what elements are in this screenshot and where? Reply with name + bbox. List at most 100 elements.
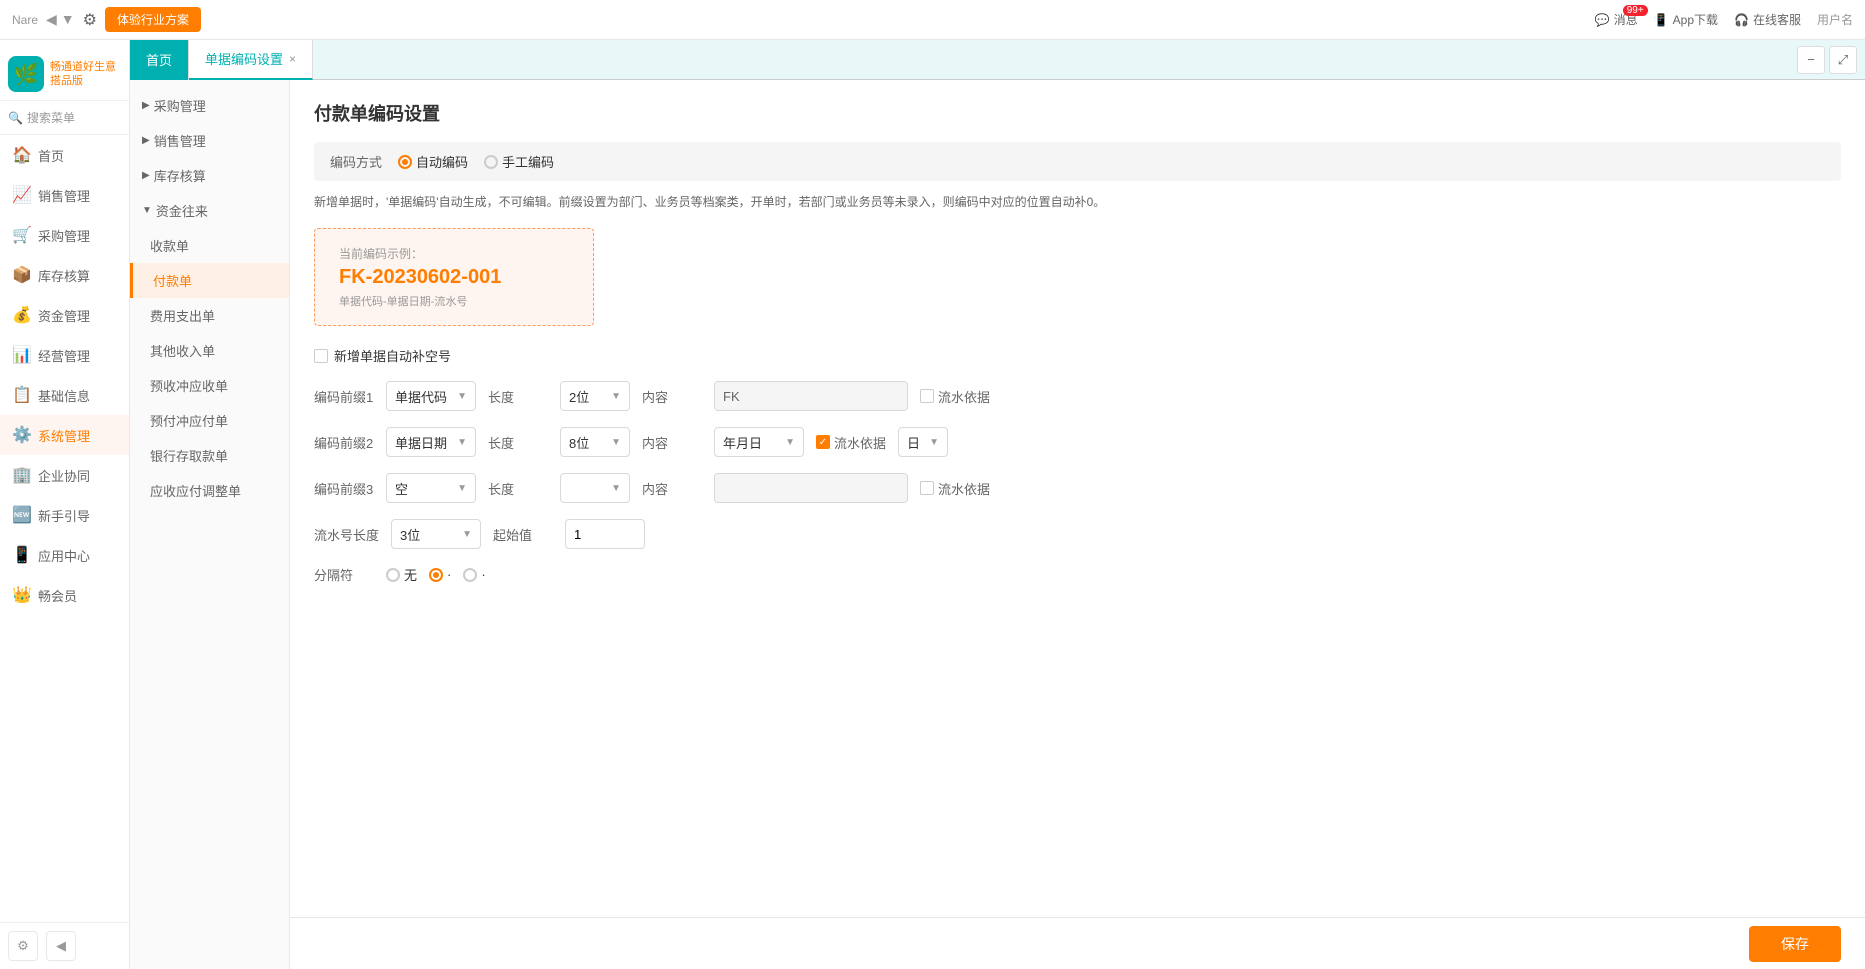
sec-group-inventory-title[interactable]: ▶ 库存核算 [130,158,289,193]
newguide-icon: 🆕 [12,505,30,525]
arrow-left-icon[interactable]: ◀ [46,11,57,28]
sep-radio-dot1[interactable]: · [429,567,451,582]
serial3-checkbox[interactable] [920,481,934,495]
sidebar-item-sales[interactable]: 📈 销售管理 [0,175,129,215]
top-bar-brand: Nare [12,13,38,27]
serial-length-select[interactable]: 3位 ▼ [391,519,481,549]
day-select[interactable]: 日 ▼ [898,427,948,457]
length3-select[interactable]: ▼ [560,473,630,503]
chevron-down-icon: ▼ [457,437,467,448]
sec-nav-adjustment[interactable]: 应收应付调整单 [130,473,289,508]
serial2-checkbox[interactable]: ✓ [816,435,830,449]
online-service-button[interactable]: 🎧 在线客服 [1734,11,1801,28]
sec-nav-prepay-payable[interactable]: 预付冲应付单 [130,403,289,438]
auto-fill-row: 新增单据自动补空号 [314,346,1841,365]
top-bar-left: Nare ◀ ▼ ⚙ 体验行业方案 [12,7,201,32]
tab-close-button[interactable]: × [289,52,296,66]
encoding-radio-group: 自动编码 手工编码 [398,152,554,171]
sidebar-item-enterprise[interactable]: 🏢 企业协同 [0,455,129,495]
sec-nav-bank[interactable]: 银行存取款单 [130,438,289,473]
prefix2-select[interactable]: 单据日期 ▼ [386,427,476,457]
sep-radio-none[interactable]: 无 [386,565,417,584]
sidebar-item-operations[interactable]: 📊 经营管理 [0,335,129,375]
length2-label: 长度 [488,433,548,452]
sec-group-capital-title[interactable]: ▼ 资金往来 [130,193,289,228]
radio-manual[interactable]: 手工编码 [484,152,554,171]
sidebar-item-basic[interactable]: 📋 基础信息 [0,375,129,415]
serial3-label: 流水依据 [938,479,990,498]
prefix1-select[interactable]: 单据代码 ▼ [386,381,476,411]
prefix3-label: 编码前缀3 [314,479,374,498]
content2-select[interactable]: 年月日 ▼ [714,427,804,457]
sec-nav-expense[interactable]: 费用支出单 [130,298,289,333]
encoding-method-row: 编码方式 自动编码 手工编码 [314,142,1841,181]
sidebar-item-apps[interactable]: 📱 应用中心 [0,535,129,575]
chevron-down-icon: ▼ [611,483,621,494]
auto-fill-checkbox[interactable] [314,349,328,363]
sidebar-logo-area: 🌿 畅通道好生意 搭品版 [0,40,129,101]
operations-icon: 📊 [12,345,30,365]
messages-button[interactable]: 💬 消息 99+ [1595,11,1638,28]
page-content: ▶ 采购管理 ▶ 销售管理 ▶ 库存核算 [130,80,1865,969]
sec-nav-payment[interactable]: 付款单 [130,263,289,298]
gear-icon[interactable]: ⚙ [83,10,97,30]
sec-nav-receipt[interactable]: 收款单 [130,228,289,263]
sidebar-item-system[interactable]: ⚙️ 系统管理 [0,415,129,455]
save-button[interactable]: 保存 [1749,926,1841,962]
settings-bottom-button[interactable]: ⚙ [8,931,38,961]
sep-radio-dot2[interactable]: · [463,567,485,582]
collapse-button[interactable]: ◀ [46,931,76,961]
sidebar-item-purchase[interactable]: 🛒 采购管理 [0,215,129,255]
form-container: 付款单编码设置 编码方式 自动编码 手工编码 [290,80,1865,969]
arrow-down-icon[interactable]: ▼ [61,11,75,28]
length1-select[interactable]: 2位 ▼ [560,381,630,411]
radio-manual-label: 手工编码 [502,152,554,171]
serial1-checkbox-item: 流水依据 [920,387,990,406]
enterprise-icon: 🏢 [12,465,30,485]
length1-value: 2位 [569,387,589,406]
content2-label: 内容 [642,433,702,452]
serial1-checkbox[interactable] [920,389,934,403]
chevron-down-icon: ▼ [611,437,621,448]
sidebar-item-label: 首页 [38,146,64,165]
sidebar-item-member[interactable]: 👑 畅会员 [0,575,129,615]
sidebar-item-label: 系统管理 [38,426,90,445]
sec-group-sales-title[interactable]: ▶ 销售管理 [130,123,289,158]
bottom-bar: 保存 [290,917,1865,969]
trial-button[interactable]: 体验行业方案 [105,7,201,32]
chevron-down-icon: ▼ [929,437,939,448]
sidebar-item-label: 新手引导 [38,506,90,525]
prefix3-value: 空 [395,479,408,498]
length2-select[interactable]: 8位 ▼ [560,427,630,457]
tab-home[interactable]: 首页 [130,40,189,80]
length3-label: 长度 [488,479,548,498]
content1-input [714,381,908,411]
sidebar-item-newguide[interactable]: 🆕 新手引导 [0,495,129,535]
app-download-button[interactable]: 📱 App下载 [1654,11,1718,28]
sidebar-search[interactable]: 🔍 搜索菜单 [0,101,129,135]
sidebar-item-capital[interactable]: 💰 资金管理 [0,295,129,335]
radio-auto[interactable]: 自动编码 [398,152,468,171]
arrow-right-icon: ▶ [142,100,150,111]
sec-group-purchase-title[interactable]: ▶ 采购管理 [130,88,289,123]
chevron-down-icon: ▼ [462,529,472,540]
service-icon: 🎧 [1734,13,1749,27]
minimize-button[interactable]: − [1797,46,1825,74]
sidebar-item-label: 经营管理 [38,346,90,365]
logo-icon: 🌿 [14,62,39,87]
sidebar-item-home[interactable]: 🏠 首页 [0,135,129,175]
tab-encoding-settings[interactable]: 单据编码设置 × [189,40,313,80]
start-value-input[interactable] [565,519,645,549]
sidebar-item-inventory[interactable]: 📦 库存核算 [0,255,129,295]
content-area: 首页 单据编码设置 × − ⤢ ▶ 采购管理 [130,40,1865,969]
tab-active-label: 单据编码设置 [205,49,283,68]
user-name[interactable]: 用户名 [1817,11,1853,28]
top-bar: Nare ◀ ▼ ⚙ 体验行业方案 💬 消息 99+ 📱 App下载 🎧 在线客… [0,0,1865,40]
info-text: 新增单据时，'单据编码'自动生成，不可编辑。前缀设置为部门、业务员等档案类，开单… [314,193,1841,212]
serial2-label: 流水依据 [834,433,886,452]
sec-nav-prepay-receivable[interactable]: 预收冲应收单 [130,368,289,403]
prefix3-select[interactable]: 空 ▼ [386,473,476,503]
serial1-label: 流水依据 [938,387,990,406]
sec-nav-income[interactable]: 其他收入单 [130,333,289,368]
maximize-button[interactable]: ⤢ [1829,46,1857,74]
